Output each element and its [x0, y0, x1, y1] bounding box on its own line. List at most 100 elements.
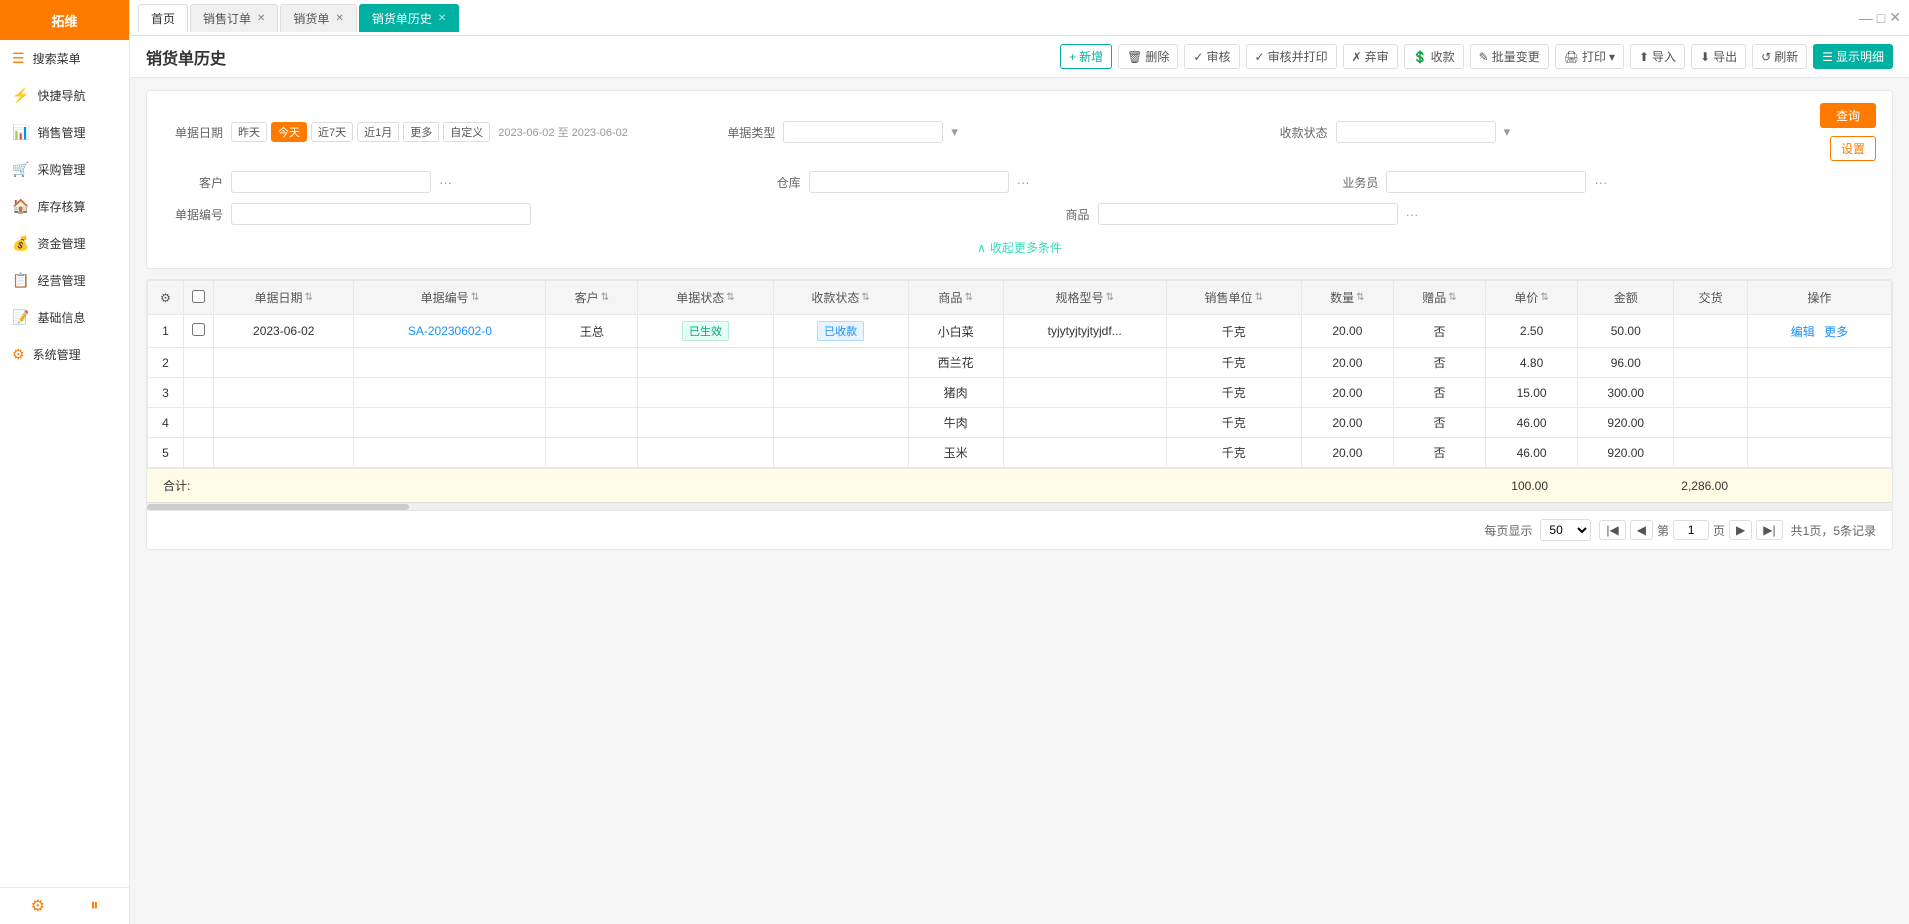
td-checkbox[interactable] [184, 315, 214, 348]
th-collect-status-label: 收款状态 [811, 289, 859, 306]
sidebar-item-purchase-mgmt[interactable]: 🛒 采购管理 [0, 151, 129, 188]
td-checkbox[interactable] [184, 348, 214, 378]
sidebar-settings-icon[interactable]: ⚙ [31, 896, 45, 916]
horizontal-scrollbar[interactable] [147, 502, 1892, 510]
sidebar-collapse-icon[interactable]: ⏸ [90, 897, 98, 915]
td-checkbox[interactable] [184, 378, 214, 408]
delete-button[interactable]: 🗑 删除 [1118, 44, 1178, 69]
product-input[interactable] [1098, 203, 1398, 225]
window-minimize-btn[interactable]: — [1859, 10, 1873, 26]
customer-input[interactable] [231, 171, 431, 193]
th-doc-status[interactable]: 单据状态 ⇅ [638, 281, 773, 315]
doc-no-input[interactable] [231, 203, 531, 225]
show-detail-icon: ☰ [1822, 50, 1833, 64]
sidebar-item-inventory[interactable]: 🏠 库存核算 [0, 188, 129, 225]
th-spec[interactable]: 规格型号 ⇅ [1003, 281, 1166, 315]
td-seq: 2 [148, 348, 184, 378]
tab-sales-invoice-close[interactable]: ✕ [335, 13, 343, 24]
collapse-more-btn[interactable]: ∧ 收起更多条件 [163, 235, 1876, 256]
filter-row-2: 客户 ··· 仓库 ··· 业务员 ··· [163, 171, 1876, 193]
sidebar-item-operations-mgmt[interactable]: 📋 经营管理 [0, 262, 129, 299]
batch-change-button[interactable]: ✎ 批量变更 [1470, 44, 1549, 69]
doc-no-link[interactable]: SA-20230602-0 [408, 324, 492, 338]
first-page-btn[interactable]: |◀ [1599, 520, 1625, 540]
collect-button[interactable]: 💲 收款 [1404, 44, 1464, 69]
edit-action-link[interactable]: 编辑 [1791, 325, 1815, 339]
th-customer[interactable]: 客户 ⇅ [546, 281, 638, 315]
new-button[interactable]: + 新增 [1060, 44, 1112, 69]
warehouse-dots-icon[interactable]: ··· [1017, 175, 1030, 190]
sales-mgmt-icon: 📊 [12, 124, 29, 141]
th-product[interactable]: 商品 ⇅ [908, 281, 1003, 315]
agent-input[interactable] [1386, 171, 1586, 193]
date-btn-today[interactable]: 今天 [271, 122, 307, 142]
date-btn-custom[interactable]: 自定义 [443, 122, 490, 142]
scrollbar-thumb[interactable] [147, 504, 409, 510]
tab-sales-order-close[interactable]: ✕ [257, 13, 265, 24]
page-number-input[interactable] [1673, 520, 1709, 540]
data-table-wrapper: ⚙ 单据日期 ⇅ 单据编号 [146, 279, 1893, 550]
window-close-btn[interactable]: ✕ [1889, 9, 1901, 26]
window-maximize-btn[interactable]: □ [1877, 10, 1885, 26]
audit-button[interactable]: ✓ 审核 [1184, 44, 1239, 69]
date-btn-1month[interactable]: 近1月 [357, 122, 399, 142]
collect-status-dropdown-icon[interactable]: ▾ [1504, 124, 1511, 140]
th-unit[interactable]: 销售单位 ⇅ [1166, 281, 1301, 315]
tab-sales-invoice[interactable]: 销货单 ✕ [280, 4, 356, 32]
doc-type-dropdown-icon[interactable]: ▾ [951, 124, 958, 140]
sidebar-item-finance-mgmt[interactable]: 💰 资金管理 [0, 225, 129, 262]
refresh-button[interactable]: ↺ 刷新 [1752, 44, 1807, 69]
tab-sales-history[interactable]: 销货单历史 ✕ [359, 4, 459, 32]
td-price: 46.00 [1486, 408, 1578, 438]
select-all-checkbox[interactable] [192, 290, 205, 303]
th-gift-label: 赠品 [1422, 289, 1446, 306]
tab-sales-history-close[interactable]: ✕ [438, 13, 446, 24]
tab-sales-order[interactable]: 销售订单 ✕ [190, 4, 278, 32]
row-checkbox[interactable] [192, 323, 205, 336]
th-collect-status[interactable]: 收款状态 ⇅ [773, 281, 908, 315]
th-price[interactable]: 单价 ⇅ [1486, 281, 1578, 315]
audit-print-button[interactable]: ✓ 审核并打印 [1246, 44, 1337, 69]
sidebar-item-sales-mgmt[interactable]: 📊 销售管理 [0, 114, 129, 151]
th-gear[interactable]: ⚙ [148, 281, 184, 315]
import-button[interactable]: ⬆ 导入 [1630, 44, 1685, 69]
abandon-button[interactable]: ✗ 弃审 [1343, 44, 1398, 69]
th-doc-no[interactable]: 单据编号 ⇅ [354, 281, 546, 315]
tab-bar: 首页 销售订单 ✕ 销货单 ✕ 销货单历史 ✕ — □ ✕ [130, 0, 1909, 36]
export-button[interactable]: ⬇ 导出 [1691, 44, 1746, 69]
td-collect-status [773, 378, 908, 408]
per-page-select[interactable]: 50 100 200 [1540, 519, 1591, 541]
next-page-btn[interactable]: ▶ [1729, 520, 1752, 540]
date-btn-more[interactable]: 更多 [403, 122, 439, 142]
setting-button[interactable]: 设置 [1830, 136, 1876, 161]
sidebar-item-search-menu[interactable]: ☰ 搜索菜单 [0, 40, 129, 77]
td-spec [1003, 348, 1166, 378]
collect-status-input[interactable] [1336, 121, 1496, 143]
product-sort-icon: ⇅ [964, 292, 972, 303]
doc-type-input[interactable] [783, 121, 943, 143]
last-page-btn[interactable]: ▶| [1756, 520, 1782, 540]
date-btn-7days[interactable]: 近7天 [311, 122, 353, 142]
more-action-link[interactable]: 更多 [1824, 325, 1848, 339]
td-checkbox[interactable] [184, 438, 214, 468]
agent-dots-icon[interactable]: ··· [1594, 175, 1607, 190]
warehouse-input[interactable] [809, 171, 1009, 193]
td-checkbox[interactable] [184, 408, 214, 438]
sidebar-item-system-mgmt[interactable]: ⚙ 系统管理 [0, 336, 129, 373]
th-doc-date[interactable]: 单据日期 ⇅ [214, 281, 354, 315]
tab-home[interactable]: 首页 [138, 4, 188, 32]
show-detail-button[interactable]: ☰ 显示明细 [1813, 44, 1893, 69]
th-gift[interactable]: 赠品 ⇅ [1393, 281, 1485, 315]
th-checkbox[interactable] [184, 281, 214, 315]
prev-page-btn[interactable]: ◀ [1630, 520, 1653, 540]
sidebar-item-basic-info[interactable]: 📝 基础信息 [0, 299, 129, 336]
print-button[interactable]: 🖨 打印 ▾ [1555, 44, 1624, 69]
quick-nav-icon: ⚡ [12, 87, 29, 104]
query-button[interactable]: 查询 [1820, 103, 1876, 128]
td-action: 编辑 更多 [1747, 315, 1891, 348]
sidebar-item-quick-nav[interactable]: ⚡ 快捷导航 [0, 77, 129, 114]
th-qty[interactable]: 数量 ⇅ [1301, 281, 1393, 315]
product-dots-icon[interactable]: ··· [1406, 207, 1419, 222]
customer-dots-icon[interactable]: ··· [439, 175, 452, 190]
date-btn-yesterday[interactable]: 昨天 [231, 122, 267, 142]
